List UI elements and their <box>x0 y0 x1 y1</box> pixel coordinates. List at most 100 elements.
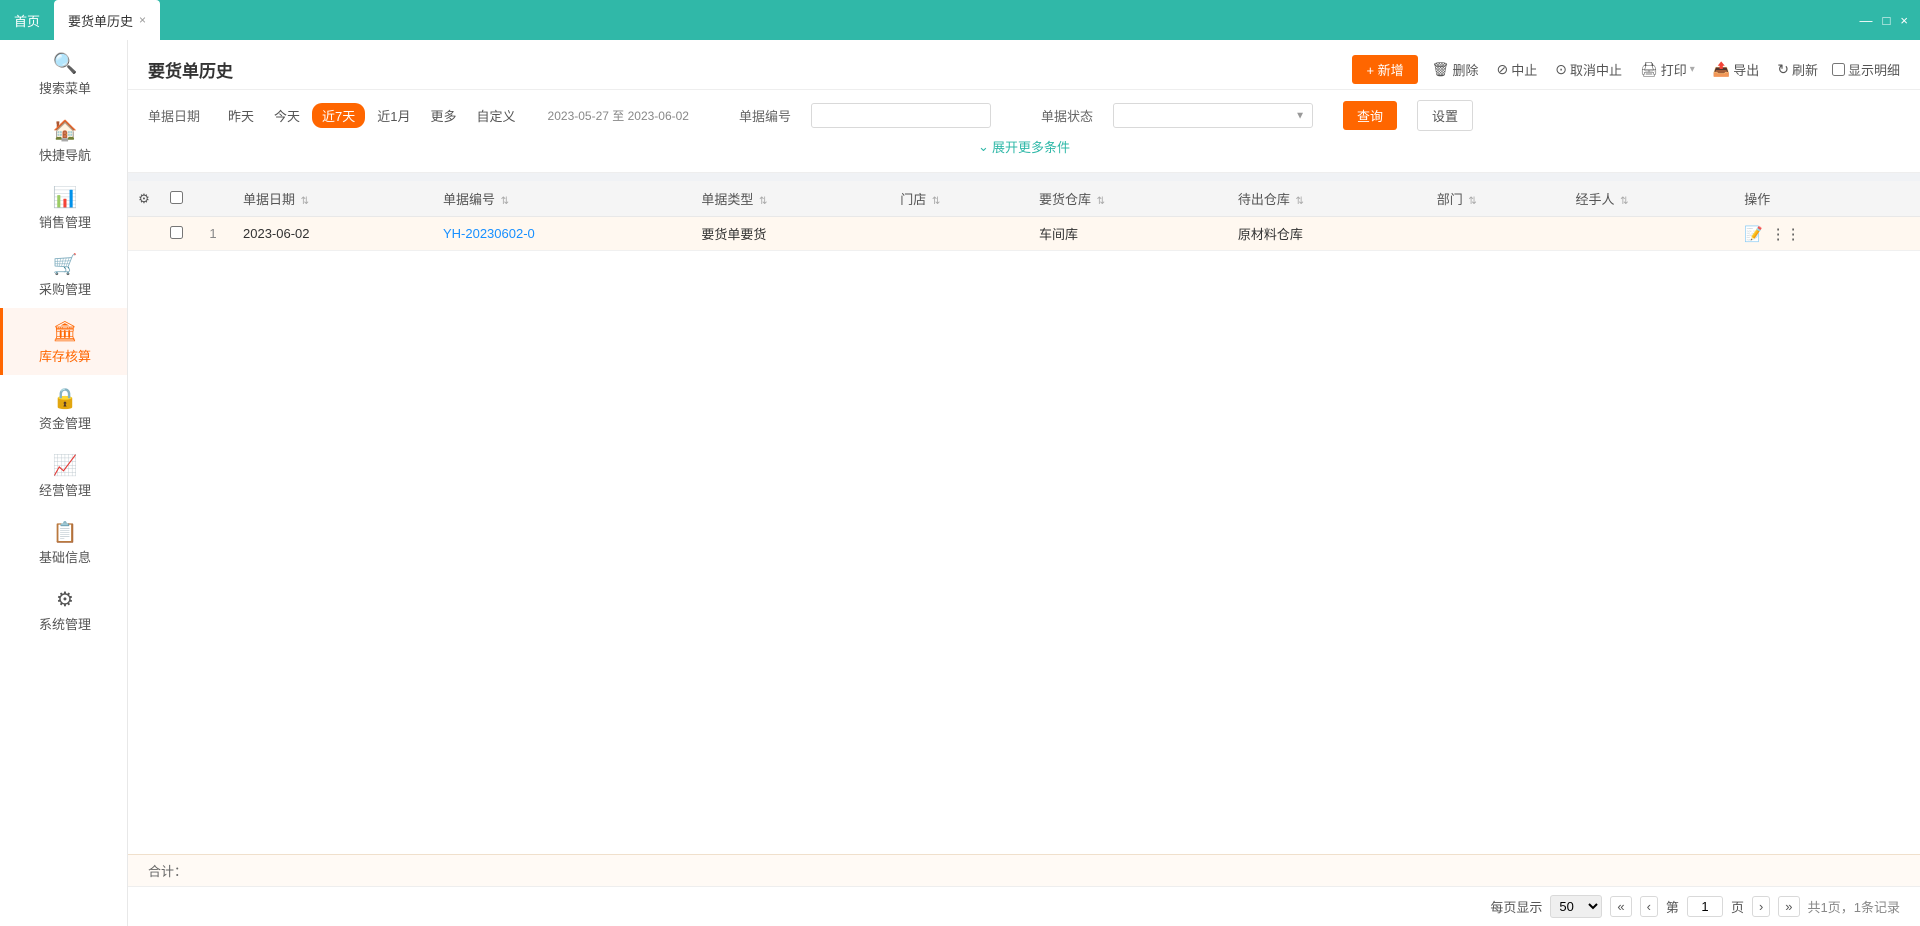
row-setting <box>128 217 160 251</box>
print-icon: 🖨 <box>1640 61 1658 78</box>
col-date[interactable]: 单据日期 ⇅ <box>233 181 433 217</box>
display-detail-toggle[interactable]: 显示明细 <box>1832 60 1900 79</box>
sidebar-item-search-menu[interactable]: 🔍 搜索菜单 <box>0 40 127 107</box>
date-filter-label: 单据日期 <box>148 106 200 125</box>
prev-page-btn[interactable]: ‹ <box>1640 896 1658 917</box>
query-button[interactable]: 查询 <box>1343 101 1397 130</box>
suspend-icon: ⊘ <box>1496 61 1508 78</box>
date-btn-last7[interactable]: 近7天 <box>312 103 365 128</box>
close-btn[interactable]: × <box>1900 13 1908 28</box>
col-pending-warehouse[interactable]: 待出仓库 ⇅ <box>1228 181 1427 217</box>
first-page-btn[interactable]: « <box>1610 896 1631 917</box>
row-store <box>890 217 1029 251</box>
doc-num-input[interactable] <box>811 103 991 128</box>
sales-mgmt-icon: 📊 <box>53 188 78 208</box>
date-filter-buttons: 昨天 今天 近7天 近1月 更多 自定义 <box>220 103 524 128</box>
print-label: 打印 <box>1661 60 1687 79</box>
top-bar: 首页 要货单历史 × — □ × <box>0 0 1920 40</box>
last-page-btn[interactable]: » <box>1778 896 1799 917</box>
doc-num-label: 单据编号 <box>739 106 791 125</box>
sidebar-item-search-menu-label: 搜索菜单 <box>39 78 91 97</box>
tab-home[interactable]: 首页 <box>0 0 54 40</box>
search-menu-icon: 🔍 <box>53 54 78 74</box>
cancel-suspend-button[interactable]: ⊙ 取消中止 <box>1551 58 1626 81</box>
tab-close-icon[interactable]: × <box>139 13 146 27</box>
col-check <box>160 181 193 217</box>
col-dept[interactable]: 部门 ⇅ <box>1427 181 1566 217</box>
table-header: ⚙ 单据日期 ⇅ 单据编号 ⇅ 单据类型 ⇅ 门店 ⇅ 要货仓库 ⇅ 待出仓库 … <box>128 181 1920 217</box>
row-num: 1 <box>193 217 233 251</box>
finance-icon: 🔒 <box>53 389 78 409</box>
col-handler[interactable]: 经手人 ⇅ <box>1566 181 1735 217</box>
window-controls: — □ × <box>1860 13 1920 28</box>
filter-row-1: 单据日期 昨天 今天 近7天 近1月 更多 自定义 2023-05-27 至 2… <box>148 100 1900 131</box>
display-detail-checkbox[interactable] <box>1832 63 1845 76</box>
new-button[interactable]: + 新增 <box>1352 55 1417 84</box>
col-action: 操作 <box>1734 181 1920 217</box>
row-handler <box>1566 217 1735 251</box>
suspend-label: 中止 <box>1511 60 1537 79</box>
export-button[interactable]: 📤 导出 <box>1709 58 1763 81</box>
suspend-button[interactable]: ⊘ 中止 <box>1492 58 1541 81</box>
minimize-btn[interactable]: — <box>1860 13 1873 28</box>
sidebar-item-finance[interactable]: 🔒 资金管理 <box>0 375 127 442</box>
col-req-warehouse[interactable]: 要货仓库 ⇅ <box>1029 181 1228 217</box>
sidebar-item-sys-mgmt[interactable]: ⚙ 系统管理 <box>0 576 127 643</box>
row-checkbox[interactable] <box>170 226 183 239</box>
filter-expand-row: ⌄ 展开更多条件 <box>148 137 1900 156</box>
col-store[interactable]: 门店 ⇅ <box>890 181 1029 217</box>
sidebar-item-inventory[interactable]: 🏛 库存核算 <box>0 308 127 375</box>
per-page-select[interactable]: 20 50 100 <box>1550 895 1602 918</box>
table-header-row: ⚙ 单据日期 ⇅ 单据编号 ⇅ 单据类型 ⇅ 门店 ⇅ 要货仓库 ⇅ 待出仓库 … <box>128 181 1920 217</box>
date-btn-last-month[interactable]: 近1月 <box>369 103 418 128</box>
sidebar-item-ops-mgmt[interactable]: 📈 经营管理 <box>0 442 127 509</box>
total-info: 共1页，1条记录 <box>1808 897 1900 916</box>
row-dept <box>1427 217 1566 251</box>
date-btn-custom[interactable]: 自定义 <box>469 103 524 128</box>
page-header: 要货单历史 + 新增 🗑 删除 ⊘ 中止 ⊙ 取消中止 🖨 打印 <box>128 40 1920 90</box>
table-row: 1 2023-06-02 YH-20230602-0 要货单要货 车间库 原材料… <box>128 217 1920 251</box>
expand-arrow-icon: ⌄ <box>978 139 989 155</box>
export-label: 导出 <box>1733 60 1759 79</box>
next-page-btn[interactable]: › <box>1752 896 1770 917</box>
expand-more-btn[interactable]: ⌄ 展开更多条件 <box>978 137 1070 156</box>
basic-info-icon: 📋 <box>53 523 78 543</box>
tab-requisition-label: 要货单历史 <box>68 11 133 30</box>
sidebar-item-quick-nav[interactable]: 🏠 快捷导航 <box>0 107 127 174</box>
sidebar-item-basic-info-label: 基础信息 <box>39 547 91 566</box>
cancel-suspend-icon: ⊙ <box>1555 61 1567 78</box>
row-check <box>160 217 193 251</box>
col-doc-type[interactable]: 单据类型 ⇅ <box>691 181 890 217</box>
per-page-label: 每页显示 <box>1490 897 1542 916</box>
col-doc-no[interactable]: 单据编号 ⇅ <box>433 181 691 217</box>
row-edit-icon[interactable]: 📝 <box>1744 226 1763 243</box>
row-more-icon[interactable]: ⋮⋮ <box>1771 226 1801 243</box>
sidebar-item-basic-info[interactable]: 📋 基础信息 <box>0 509 127 576</box>
print-button[interactable]: 🖨 打印 ▾ <box>1636 58 1699 81</box>
page-suffix: 页 <box>1731 897 1744 916</box>
sidebar-item-purchase-mgmt[interactable]: 🛒 采购管理 <box>0 241 127 308</box>
pagination: 每页显示 20 50 100 « ‹ 第 页 › » 共1页，1条记录 <box>128 886 1920 926</box>
maximize-btn[interactable]: □ <box>1883 13 1891 28</box>
tab-home-label: 首页 <box>14 11 40 30</box>
col-num <box>193 181 233 217</box>
sidebar-item-sales-mgmt[interactable]: 📊 销售管理 <box>0 174 127 241</box>
tab-requisition-history[interactable]: 要货单历史 × <box>54 0 160 40</box>
sidebar: 🔍 搜索菜单 🏠 快捷导航 📊 销售管理 🛒 采购管理 🏛 库存核算 🔒 资金管… <box>0 40 128 926</box>
date-btn-more[interactable]: 更多 <box>423 103 465 128</box>
refresh-icon: ↻ <box>1777 61 1789 78</box>
row-date: 2023-06-02 <box>233 217 433 251</box>
delete-button[interactable]: 🗑 删除 <box>1428 58 1483 81</box>
refresh-button[interactable]: ↻ 刷新 <box>1773 58 1822 81</box>
select-all-checkbox[interactable] <box>170 191 183 204</box>
quick-nav-icon: 🏠 <box>53 121 78 141</box>
col-setting[interactable]: ⚙ <box>128 181 160 217</box>
date-btn-yesterday[interactable]: 昨天 <box>220 103 262 128</box>
settings-button[interactable]: 设置 <box>1417 100 1473 131</box>
status-select[interactable] <box>1113 103 1313 128</box>
doc-no-link[interactable]: YH-20230602-0 <box>443 226 535 241</box>
date-btn-today[interactable]: 今天 <box>266 103 308 128</box>
page-number-input[interactable] <box>1687 896 1723 917</box>
sidebar-item-ops-mgmt-label: 经营管理 <box>39 480 91 499</box>
refresh-label: 刷新 <box>1792 60 1818 79</box>
